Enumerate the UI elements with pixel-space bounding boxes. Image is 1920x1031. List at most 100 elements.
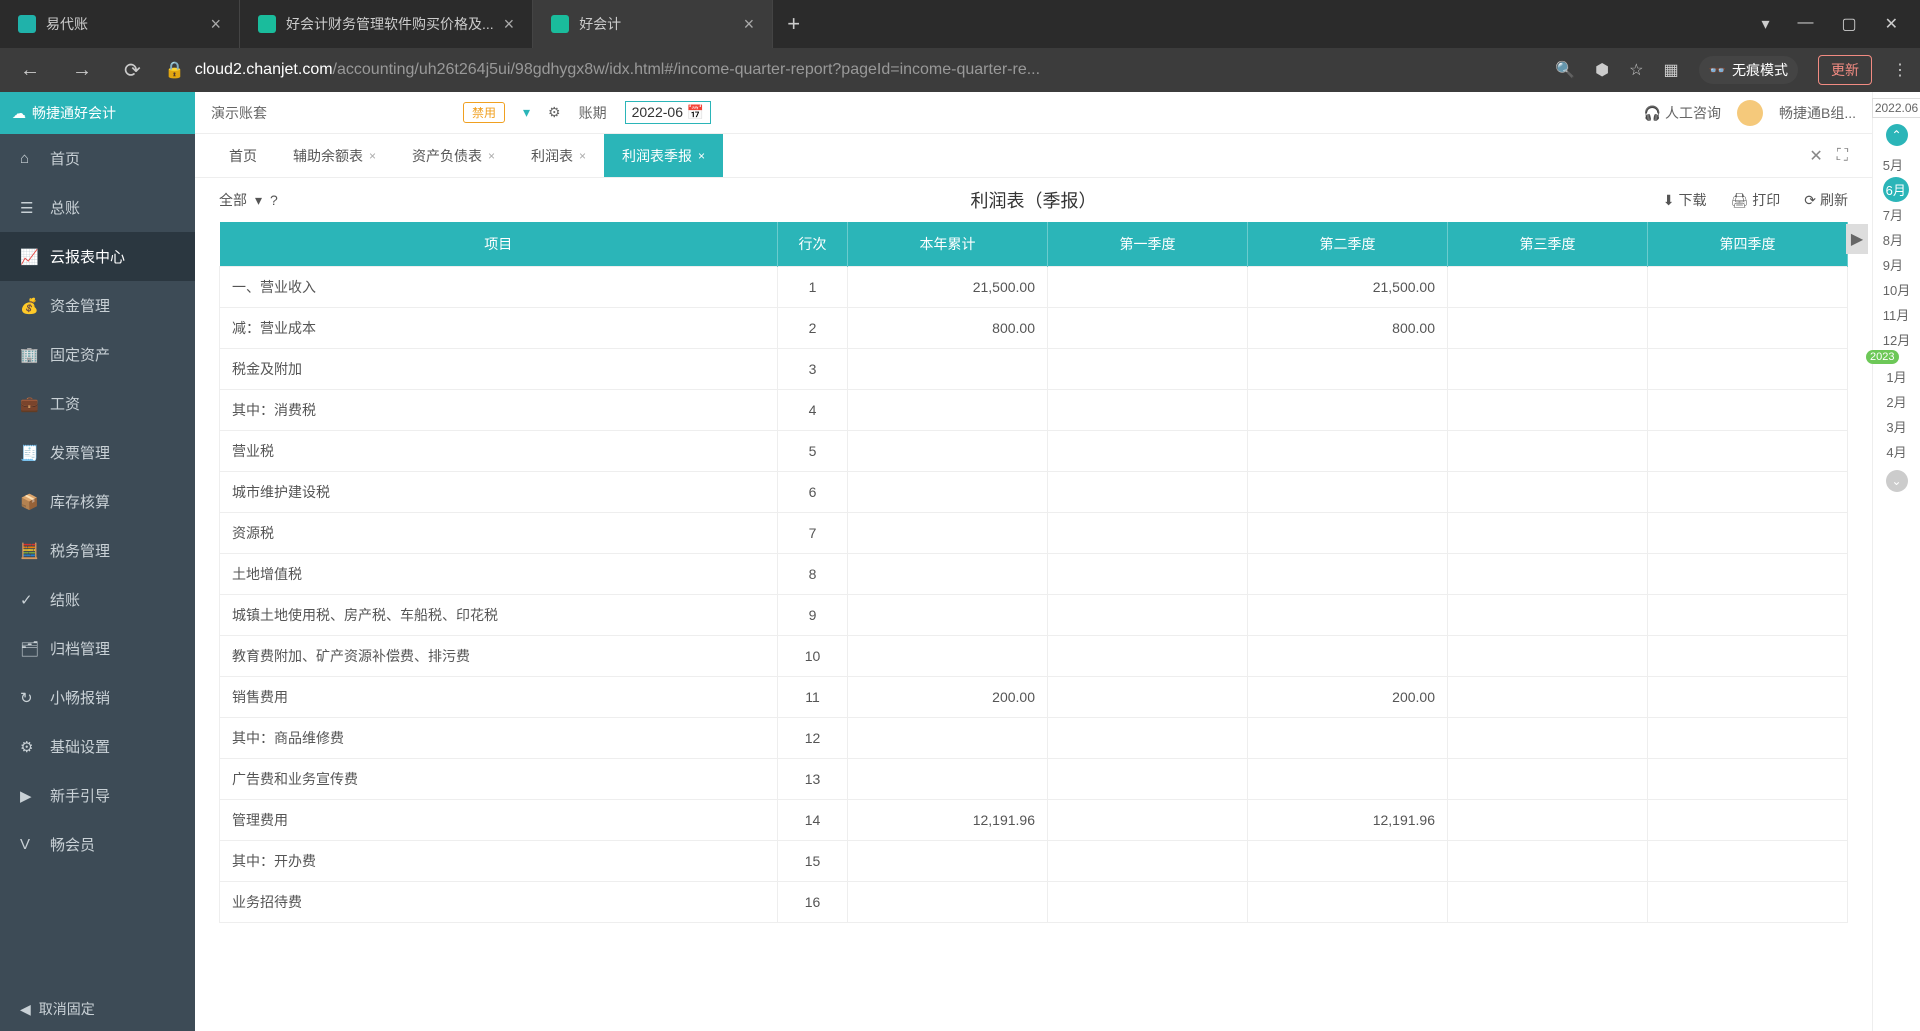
scroll-down-button[interactable]: ⌄: [1886, 470, 1908, 492]
help-icon[interactable]: ?: [270, 192, 278, 208]
month-button[interactable]: 7月: [1883, 202, 1910, 227]
sidebar-item[interactable]: V畅会员: [0, 820, 195, 869]
table-row[interactable]: 销售费用11200.00200.00: [220, 677, 1848, 718]
table-row[interactable]: 其中：消费税4: [220, 390, 1848, 431]
app-tab[interactable]: 资产负债表 ×: [394, 134, 513, 177]
sidebar-item[interactable]: ▶新手引导: [0, 771, 195, 820]
table-row[interactable]: 减：营业成本2800.00800.00: [220, 308, 1848, 349]
month-button[interactable]: 8月: [1883, 227, 1910, 252]
zoom-icon[interactable]: 🔍: [1555, 60, 1575, 80]
download-icon: ⬇: [1663, 192, 1675, 209]
app-tab[interactable]: 辅助余额表×: [275, 134, 394, 177]
sidebar-item[interactable]: 🧾发票管理: [0, 428, 195, 477]
month-button[interactable]: 1月: [1886, 364, 1906, 389]
chevron-down-icon[interactable]: ▾: [1761, 14, 1769, 34]
month-button[interactable]: 5月: [1883, 152, 1910, 177]
table-row[interactable]: 业务招待费16: [220, 882, 1848, 923]
table-row[interactable]: 城市维护建设税6: [220, 472, 1848, 513]
table-row[interactable]: 广告费和业务宣传费13: [220, 759, 1848, 800]
unpin-button[interactable]: ◀ 取消固定: [0, 987, 195, 1031]
scroll-up-button[interactable]: ⌃: [1886, 124, 1908, 146]
disable-button[interactable]: 禁用: [463, 102, 505, 123]
month-button[interactable]: 10月: [1883, 277, 1910, 302]
close-icon[interactable]: ×: [698, 149, 705, 163]
app-tab[interactable]: 利润表季报×: [604, 134, 723, 177]
sidebar-item[interactable]: 💰资金管理: [0, 281, 195, 330]
table-row[interactable]: 资源税7: [220, 513, 1848, 554]
table-row[interactable]: 城镇土地使用税、房产税、车船税、印花税9: [220, 595, 1848, 636]
table-row[interactable]: 管理费用1412,191.9612,191.96: [220, 800, 1848, 841]
close-icon[interactable]: ×: [488, 149, 495, 163]
table-row[interactable]: 营业税5: [220, 431, 1848, 472]
update-button[interactable]: 更新: [1818, 55, 1872, 85]
browser-tab[interactable]: 好会计 ×: [533, 0, 773, 48]
filter-dropdown[interactable]: 全部 ▾ ?: [219, 190, 278, 210]
back-button[interactable]: ←: [12, 55, 48, 86]
close-icon[interactable]: ×: [504, 14, 515, 35]
sidebar-item[interactable]: 📦库存核算: [0, 477, 195, 526]
month-button[interactable]: 6月: [1883, 177, 1909, 202]
browser-tab[interactable]: 好会计财务管理软件购买价格及... ×: [240, 0, 533, 48]
table-row[interactable]: 税金及附加3: [220, 349, 1848, 390]
period-picker[interactable]: 2022-06 📅: [625, 101, 712, 124]
sidebar-item[interactable]: ☰总账: [0, 183, 195, 232]
print-button[interactable]: 🖨打印: [1730, 190, 1780, 210]
puzzle-icon[interactable]: ▦: [1663, 60, 1678, 80]
app-tab[interactable]: 利润表×: [513, 134, 604, 177]
table-row[interactable]: 教育费附加、矿产资源补偿费、排污费10: [220, 636, 1848, 677]
minimize-icon[interactable]: —: [1797, 14, 1813, 34]
sidebar-item[interactable]: 📈云报表中心: [0, 232, 195, 281]
month-button[interactable]: 11月: [1883, 302, 1910, 327]
month-button[interactable]: 12月: [1883, 327, 1910, 352]
table-row[interactable]: 其中：商品维修费12: [220, 718, 1848, 759]
chevron-down-icon[interactable]: ▾: [523, 104, 530, 121]
year-label[interactable]: 2022.06: [1872, 98, 1920, 118]
logo[interactable]: ☁ 畅捷通好会计: [0, 92, 195, 134]
reload-button[interactable]: ⟳: [116, 54, 149, 87]
sidebar-item[interactable]: ✓结账: [0, 575, 195, 624]
star-icon[interactable]: ☆: [1629, 60, 1643, 80]
address-bar[interactable]: 🔒 cloud2.chanjet.com/accounting/uh26t264…: [165, 60, 1539, 80]
table-row[interactable]: 土地增值税8: [220, 554, 1848, 595]
forward-button[interactable]: →: [64, 55, 100, 86]
cell: 销售费用: [220, 677, 778, 718]
month-button[interactable]: 4月: [1886, 439, 1906, 464]
new-tab-button[interactable]: +: [773, 0, 814, 48]
scroll-right-button[interactable]: ▶: [1846, 224, 1868, 254]
app-tab[interactable]: 首页: [211, 134, 275, 177]
account-selector[interactable]: 演示账套: [211, 103, 267, 123]
refresh-button[interactable]: ⟳刷新: [1804, 190, 1848, 210]
sidebar-item[interactable]: 🧮税务管理: [0, 526, 195, 575]
sidebar-item[interactable]: 🏢固定资产: [0, 330, 195, 379]
sidebar-label: 云报表中心: [50, 246, 125, 267]
menu-icon[interactable]: ⋮: [1892, 60, 1908, 80]
table-row[interactable]: 其中：开办费15: [220, 841, 1848, 882]
download-button[interactable]: ⬇下载: [1663, 190, 1707, 210]
tab-label: 资产负债表: [412, 146, 482, 166]
close-icon[interactable]: ×: [744, 14, 755, 35]
month-button[interactable]: 9月: [1883, 252, 1910, 277]
month-button[interactable]: 2月: [1886, 389, 1906, 414]
close-icon[interactable]: ×: [210, 14, 221, 35]
support-button[interactable]: 🎧 人工咨询: [1644, 103, 1721, 123]
extension-icon[interactable]: ⬢: [1595, 60, 1609, 80]
close-icon[interactable]: ×: [369, 149, 376, 163]
sidebar-item[interactable]: 💼工资: [0, 379, 195, 428]
close-icon[interactable]: ✕: [1885, 14, 1898, 34]
fullscreen-icon[interactable]: ⛶: [1837, 147, 1848, 165]
browser-tab[interactable]: 易代账 ×: [0, 0, 240, 48]
table-row[interactable]: 一、营业收入121,500.0021,500.00: [220, 267, 1848, 308]
logo-icon: ☁: [12, 105, 26, 122]
avatar[interactable]: [1737, 100, 1763, 126]
close-all-icon[interactable]: ✕: [1809, 146, 1822, 166]
sidebar-item[interactable]: ⚙基础设置: [0, 722, 195, 771]
maximize-icon[interactable]: ▢: [1841, 14, 1856, 34]
gear-icon[interactable]: ⚙: [548, 104, 561, 121]
sidebar-item[interactable]: 🗂归档管理: [0, 624, 195, 673]
username[interactable]: 畅捷通B组...: [1779, 103, 1856, 123]
cell: [1248, 431, 1448, 472]
month-button[interactable]: 3月: [1886, 414, 1906, 439]
sidebar-item[interactable]: ↻小畅报销: [0, 673, 195, 722]
close-icon[interactable]: ×: [579, 149, 586, 163]
sidebar-item[interactable]: ⌂首页: [0, 134, 195, 183]
